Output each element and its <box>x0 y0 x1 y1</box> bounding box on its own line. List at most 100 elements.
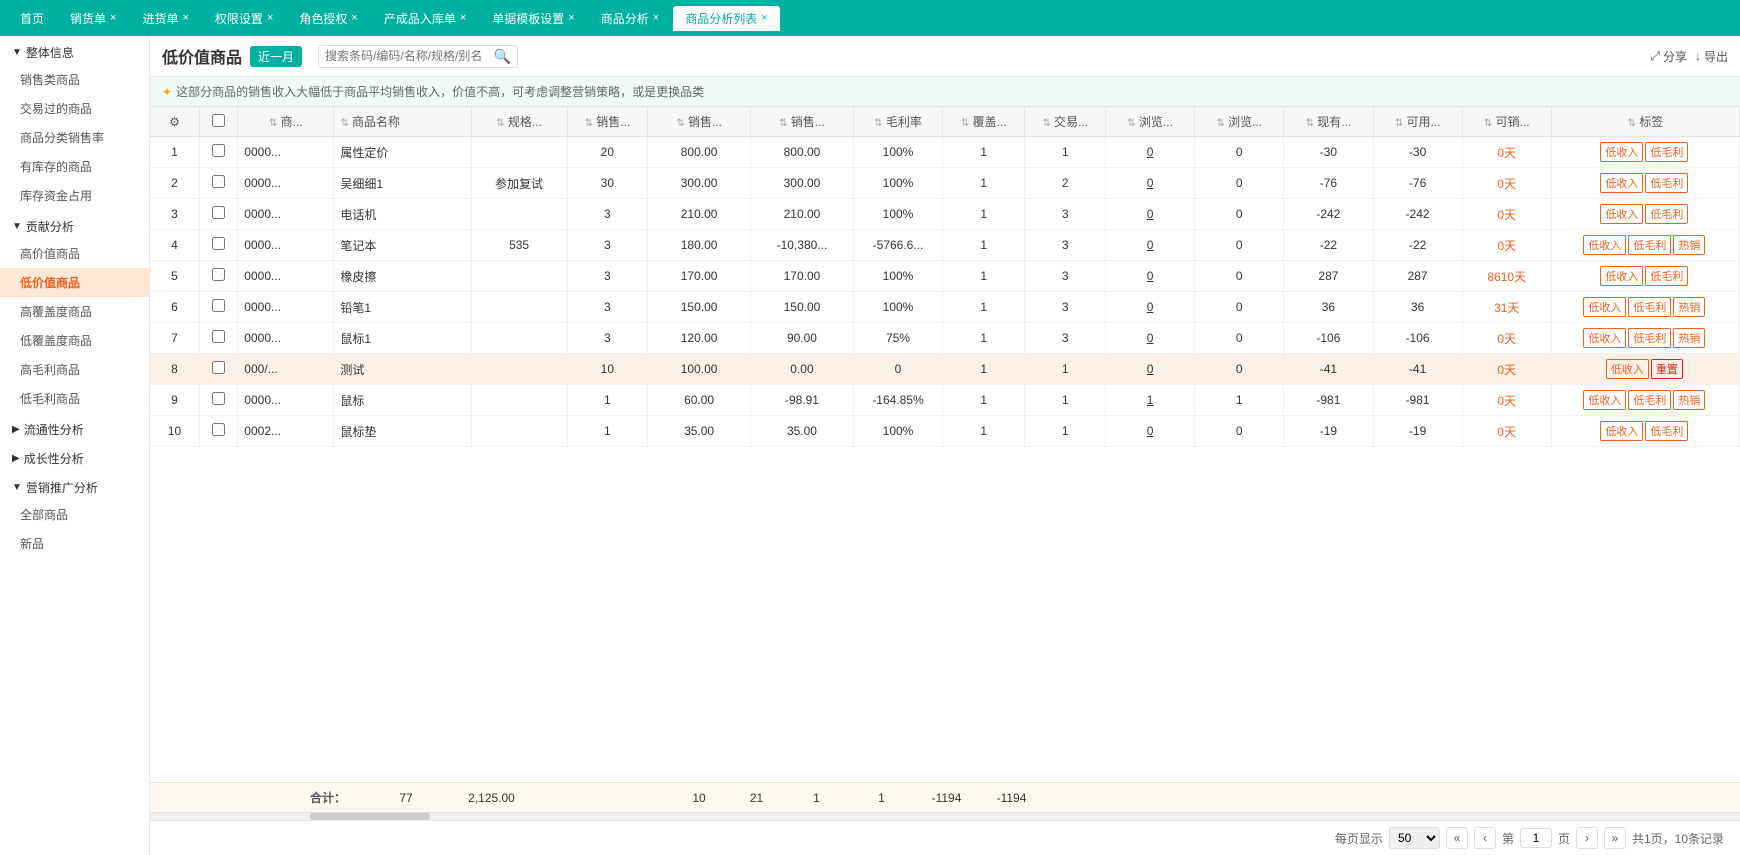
view1-link[interactable]: 0 <box>1147 269 1154 283</box>
sidebar-item-high-coverage[interactable]: 高覆盖度商品 <box>0 297 149 326</box>
row-view1[interactable]: 0 <box>1105 137 1194 168</box>
view1-link[interactable]: 0 <box>1147 176 1154 190</box>
close-products-icon[interactable]: × <box>460 12 466 24</box>
sidebar-item-low-value[interactable]: 低价值商品 <box>0 268 149 297</box>
sidebar-group-liquidity[interactable]: ▶ 流通性分析 <box>0 413 149 442</box>
sidebar-item-all-products[interactable]: 全部商品 <box>0 500 149 529</box>
sidebar-item-new-products[interactable]: 新品 <box>0 529 149 558</box>
row-check[interactable] <box>199 416 237 447</box>
row-checkbox[interactable] <box>212 175 225 188</box>
sidebar-item-stock-products[interactable]: 有库存的商品 <box>0 152 149 181</box>
view1-link[interactable]: 0 <box>1147 300 1154 314</box>
row-checkbox[interactable] <box>212 361 225 374</box>
row-check[interactable] <box>199 168 237 199</box>
close-purchase-icon[interactable]: × <box>182 12 188 24</box>
nav-tab-analysis-list[interactable]: 商品分析列表 × <box>673 6 779 31</box>
row-checkbox[interactable] <box>212 268 225 281</box>
col-spec-header[interactable]: ⇅ 规格... <box>471 107 567 137</box>
col-check-header[interactable] <box>199 107 237 137</box>
sidebar-group-marketing[interactable]: ▼ 营销推广分析 <box>0 471 149 500</box>
row-checkbox[interactable] <box>212 330 225 343</box>
close-role-icon[interactable]: × <box>351 12 357 24</box>
row-check[interactable] <box>199 354 237 385</box>
nav-tab-analysis[interactable]: 商品分析 × <box>589 6 671 31</box>
close-sales-icon[interactable]: × <box>110 12 116 24</box>
row-check[interactable] <box>199 230 237 261</box>
export-button[interactable]: ↓ 导出 <box>1695 48 1728 65</box>
row-view1[interactable]: 1 <box>1105 385 1194 416</box>
col-margin-header[interactable]: ⇅ 毛利率 <box>853 107 942 137</box>
close-permission-icon[interactable]: × <box>267 12 273 24</box>
sidebar-group-overview[interactable]: ▼ 整体信息 <box>0 36 149 65</box>
select-all-checkbox[interactable] <box>212 114 225 127</box>
col-coverage-header[interactable]: ⇅ 覆盖... <box>943 107 1025 137</box>
share-button[interactable]: ⤢ 分享 <box>1650 48 1687 65</box>
nav-tab-purchase[interactable]: 进货单 × <box>130 6 200 31</box>
row-checkbox[interactable] <box>212 237 225 250</box>
col-stock1-header[interactable]: ⇅ 现有... <box>1284 107 1373 137</box>
last-page-button[interactable]: » <box>1604 827 1626 849</box>
row-checkbox[interactable] <box>212 206 225 219</box>
nav-tab-home[interactable]: 首页 <box>8 6 56 31</box>
row-view1[interactable]: 0 <box>1105 199 1194 230</box>
nav-tab-sales[interactable]: 销货单 × <box>58 6 128 31</box>
horizontal-scrollbar[interactable] <box>150 812 1740 820</box>
row-checkbox[interactable] <box>212 144 225 157</box>
sidebar-item-stock-fund[interactable]: 库存资金占用 <box>0 181 149 210</box>
col-name-header[interactable]: ⇅ 商品名称 <box>334 107 471 137</box>
prev-page-button[interactable]: ‹ <box>1474 827 1496 849</box>
nav-tab-role[interactable]: 角色授权 × <box>287 6 369 31</box>
col-code-header[interactable]: ⇅ 商... <box>238 107 334 137</box>
col-view2-header[interactable]: ⇅ 浏览... <box>1195 107 1284 137</box>
sidebar-item-low-coverage[interactable]: 低覆盖度商品 <box>0 326 149 355</box>
sidebar-item-category-sales-rate[interactable]: 商品分类销售率 <box>0 123 149 152</box>
row-view1[interactable]: 0 <box>1105 292 1194 323</box>
col-trade-header[interactable]: ⇅ 交易... <box>1025 107 1106 137</box>
view1-link[interactable]: 0 <box>1147 424 1154 438</box>
view1-link[interactable]: 0 <box>1147 331 1154 345</box>
row-check[interactable] <box>199 292 237 323</box>
row-checkbox[interactable] <box>212 299 225 312</box>
row-checkbox[interactable] <box>212 423 225 436</box>
sidebar-item-high-margin[interactable]: 高毛利商品 <box>0 355 149 384</box>
sidebar-item-traded-products[interactable]: 交易过的商品 <box>0 94 149 123</box>
close-template-icon[interactable]: × <box>568 12 574 24</box>
col-tag-header[interactable]: ⇅ 标签 <box>1551 107 1739 137</box>
sidebar-group-growth[interactable]: ▶ 成长性分析 <box>0 442 149 471</box>
row-check[interactable] <box>199 199 237 230</box>
col-saleprice-header[interactable]: ⇅ 销售... <box>648 107 751 137</box>
col-salable-header[interactable]: ⇅ 可销... <box>1462 107 1551 137</box>
sidebar-item-high-value[interactable]: 高价值商品 <box>0 239 149 268</box>
row-check[interactable] <box>199 261 237 292</box>
view1-link[interactable]: 0 <box>1147 145 1154 159</box>
row-view1[interactable]: 0 <box>1105 168 1194 199</box>
nav-tab-template[interactable]: 单据模板设置 × <box>480 6 586 31</box>
next-page-button[interactable]: › <box>1576 827 1598 849</box>
row-view1[interactable]: 0 <box>1105 416 1194 447</box>
per-page-select[interactable]: 50 100 200 <box>1389 827 1440 849</box>
row-view1[interactable]: 0 <box>1105 323 1194 354</box>
view1-link[interactable]: 0 <box>1147 238 1154 252</box>
first-page-button[interactable]: « <box>1446 827 1468 849</box>
row-checkbox[interactable] <box>212 392 225 405</box>
row-view1[interactable]: 0 <box>1105 354 1194 385</box>
search-icon[interactable]: 🔍 <box>494 48 511 65</box>
search-input[interactable] <box>325 49 494 63</box>
row-check[interactable] <box>199 137 237 168</box>
close-analysis-icon[interactable]: × <box>653 12 659 24</box>
page-input[interactable] <box>1520 828 1552 848</box>
row-view1[interactable]: 0 <box>1105 261 1194 292</box>
close-analysis-list-icon[interactable]: × <box>761 12 767 24</box>
view1-link[interactable]: 1 <box>1147 393 1154 407</box>
nav-tab-permission[interactable]: 权限设置 × <box>203 6 285 31</box>
view1-link[interactable]: 0 <box>1147 362 1154 376</box>
period-button[interactable]: 近一月 <box>250 46 302 67</box>
col-saleqty-header[interactable]: ⇅ 销售... <box>567 107 648 137</box>
sidebar-item-low-margin[interactable]: 低毛利商品 <box>0 384 149 413</box>
view1-link[interactable]: 0 <box>1147 207 1154 221</box>
nav-tab-products[interactable]: 产成品入库单 × <box>372 6 478 31</box>
sidebar-group-contribution[interactable]: ▼ 贡献分析 <box>0 210 149 239</box>
row-check[interactable] <box>199 385 237 416</box>
sidebar-item-sales-products[interactable]: 销售类商品 <box>0 65 149 94</box>
row-check[interactable] <box>199 323 237 354</box>
